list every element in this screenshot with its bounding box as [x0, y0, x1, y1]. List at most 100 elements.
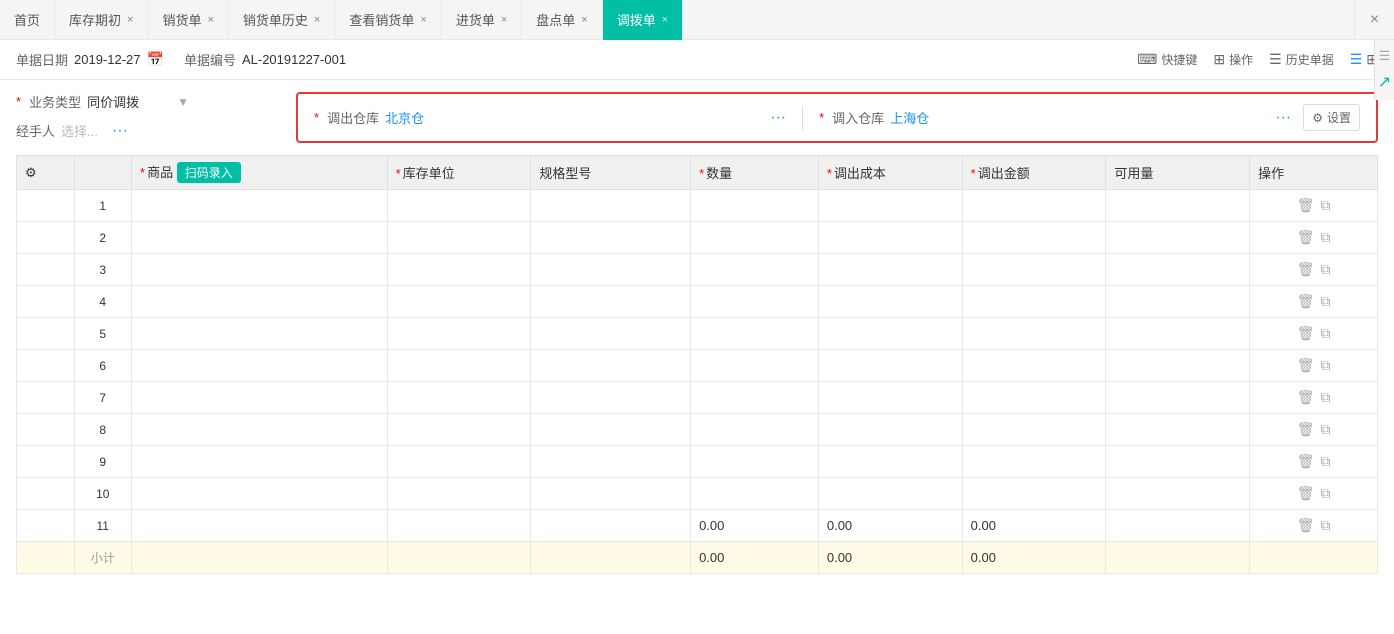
transfer-in-more-icon[interactable]: ···	[1275, 109, 1291, 127]
copy-row-icon-4[interactable]: ⧉	[1320, 293, 1330, 310]
row-product-5[interactable]	[132, 318, 388, 350]
business-type-value[interactable]: 同价调拨	[87, 92, 167, 111]
row-cost-9[interactable]	[818, 446, 962, 478]
row-available-3[interactable]	[1106, 254, 1250, 286]
tab-close-sales-history[interactable]: ×	[314, 14, 320, 26]
row-unit-7[interactable]	[387, 382, 531, 414]
row-unit-9[interactable]	[387, 446, 531, 478]
row-product-4[interactable]	[132, 286, 388, 318]
row-product-10[interactable]	[132, 478, 388, 510]
row-qty-1[interactable]	[691, 190, 819, 222]
row-available-6[interactable]	[1106, 350, 1250, 382]
row-cost-2[interactable]	[818, 222, 962, 254]
row-amount-9[interactable]	[962, 446, 1106, 478]
row-amount-7[interactable]	[962, 382, 1106, 414]
row-amount-5[interactable]	[962, 318, 1106, 350]
row-product-7[interactable]	[132, 382, 388, 414]
row-product-8[interactable]	[132, 414, 388, 446]
row-cost-1[interactable]	[818, 190, 962, 222]
row-amount-4[interactable]	[962, 286, 1106, 318]
actions-action[interactable]: ⊞ 操作	[1213, 51, 1253, 68]
row-unit-6[interactable]	[387, 350, 531, 382]
row-qty-10[interactable]	[691, 478, 819, 510]
row-spec-3[interactable]	[531, 254, 691, 286]
delete-row-icon-8[interactable]: 🗑	[1297, 421, 1315, 438]
row-product-1[interactable]	[132, 190, 388, 222]
delete-row-icon-10[interactable]: 🗑	[1297, 485, 1315, 502]
delete-icon[interactable]: 🗑	[1297, 517, 1315, 534]
th-settings[interactable]: ⚙	[17, 156, 75, 190]
row-cost-3[interactable]	[818, 254, 962, 286]
row-qty-7[interactable]	[691, 382, 819, 414]
shortcuts-action[interactable]: ⌨ 快捷键	[1137, 51, 1197, 68]
row-spec-4[interactable]	[531, 286, 691, 318]
row-cost-10[interactable]	[818, 478, 962, 510]
row-qty-3[interactable]	[691, 254, 819, 286]
tab-sales-history[interactable]: 销货单历史 ×	[229, 0, 335, 40]
delete-row-icon-9[interactable]: 🗑	[1297, 453, 1315, 470]
row-qty-8[interactable]	[691, 414, 819, 446]
copy-row-icon-10[interactable]: ⧉	[1320, 485, 1330, 502]
row-product-3[interactable]	[132, 254, 388, 286]
copy-row-icon-8[interactable]: ⧉	[1320, 421, 1330, 438]
row-available-10[interactable]	[1106, 478, 1250, 510]
tab-close-check-sales[interactable]: ×	[420, 14, 426, 26]
business-type-arrow[interactable]: ▼	[177, 95, 189, 109]
tab-inventory-init[interactable]: 库存期初 ×	[55, 0, 148, 40]
row-amount-3[interactable]	[962, 254, 1106, 286]
row-qty-6[interactable]	[691, 350, 819, 382]
row-cost-6[interactable]	[818, 350, 962, 382]
copy-row-icon-3[interactable]: ⧉	[1320, 261, 1330, 278]
delete-row-icon-7[interactable]: 🗑	[1297, 389, 1315, 406]
row-spec-8[interactable]	[531, 414, 691, 446]
tab-home[interactable]: 首页	[0, 0, 55, 40]
row-available-4[interactable]	[1106, 286, 1250, 318]
copy-row-icon-1[interactable]: ⧉	[1320, 197, 1330, 214]
row-amount-8[interactable]	[962, 414, 1106, 446]
row-amount-2[interactable]	[962, 222, 1106, 254]
history-action[interactable]: ☰ 历史单据	[1269, 51, 1334, 68]
row-spec-1[interactable]	[531, 190, 691, 222]
delete-row-icon-4[interactable]: 🗑	[1297, 293, 1315, 310]
tab-close-inventory-init[interactable]: ×	[127, 14, 133, 26]
sidebar-export-icon[interactable]: ↗	[1378, 72, 1391, 92]
row-spec-9[interactable]	[531, 446, 691, 478]
row-amount-6[interactable]	[962, 350, 1106, 382]
row-unit-2[interactable]	[387, 222, 531, 254]
row-available-1[interactable]	[1106, 190, 1250, 222]
copy-row-icon-9[interactable]: ⧉	[1320, 453, 1330, 470]
sidebar-list-icon[interactable]: ☰	[1379, 48, 1391, 64]
row-amount-10[interactable]	[962, 478, 1106, 510]
layout-list-icon[interactable]: ☰	[1350, 51, 1363, 68]
row-unit-4[interactable]	[387, 286, 531, 318]
calendar-icon[interactable]: 📅	[147, 51, 164, 68]
transfer-out-value[interactable]: 北京仓	[385, 108, 424, 127]
row-unit-8[interactable]	[387, 414, 531, 446]
delete-row-icon-1[interactable]: 🗑	[1297, 197, 1315, 214]
row-cost-7[interactable]	[818, 382, 962, 414]
row-available-8[interactable]	[1106, 414, 1250, 446]
row-qty-9[interactable]	[691, 446, 819, 478]
copy-row-icon-2[interactable]: ⧉	[1320, 229, 1330, 246]
transfer-in-value[interactable]: 上海仓	[890, 108, 929, 127]
row-available-7[interactable]	[1106, 382, 1250, 414]
transfer-out-more-icon[interactable]: ···	[770, 109, 786, 127]
window-close-button[interactable]: ×	[1354, 0, 1394, 40]
row-unit-10[interactable]	[387, 478, 531, 510]
row-spec-5[interactable]	[531, 318, 691, 350]
copy-row-icon-7[interactable]: ⧉	[1320, 389, 1330, 406]
settings-button[interactable]: ⚙ 设置	[1303, 104, 1360, 131]
row-available-9[interactable]	[1106, 446, 1250, 478]
tab-check-sales[interactable]: 查看销货单 ×	[335, 0, 441, 40]
row-cost-4[interactable]	[818, 286, 962, 318]
tab-close-sales-order[interactable]: ×	[207, 14, 213, 26]
row-product-9[interactable]	[132, 446, 388, 478]
copy-row-icon-5[interactable]: ⧉	[1320, 325, 1330, 342]
row-unit-5[interactable]	[387, 318, 531, 350]
tab-purchase-order[interactable]: 进货单 ×	[442, 0, 522, 40]
row-spec-7[interactable]	[531, 382, 691, 414]
tab-close-transfer[interactable]: ×	[662, 14, 668, 26]
delete-row-icon-3[interactable]: 🗑	[1297, 261, 1315, 278]
delete-row-icon-5[interactable]: 🗑	[1297, 325, 1315, 342]
tab-sales-order[interactable]: 销货单 ×	[148, 0, 228, 40]
